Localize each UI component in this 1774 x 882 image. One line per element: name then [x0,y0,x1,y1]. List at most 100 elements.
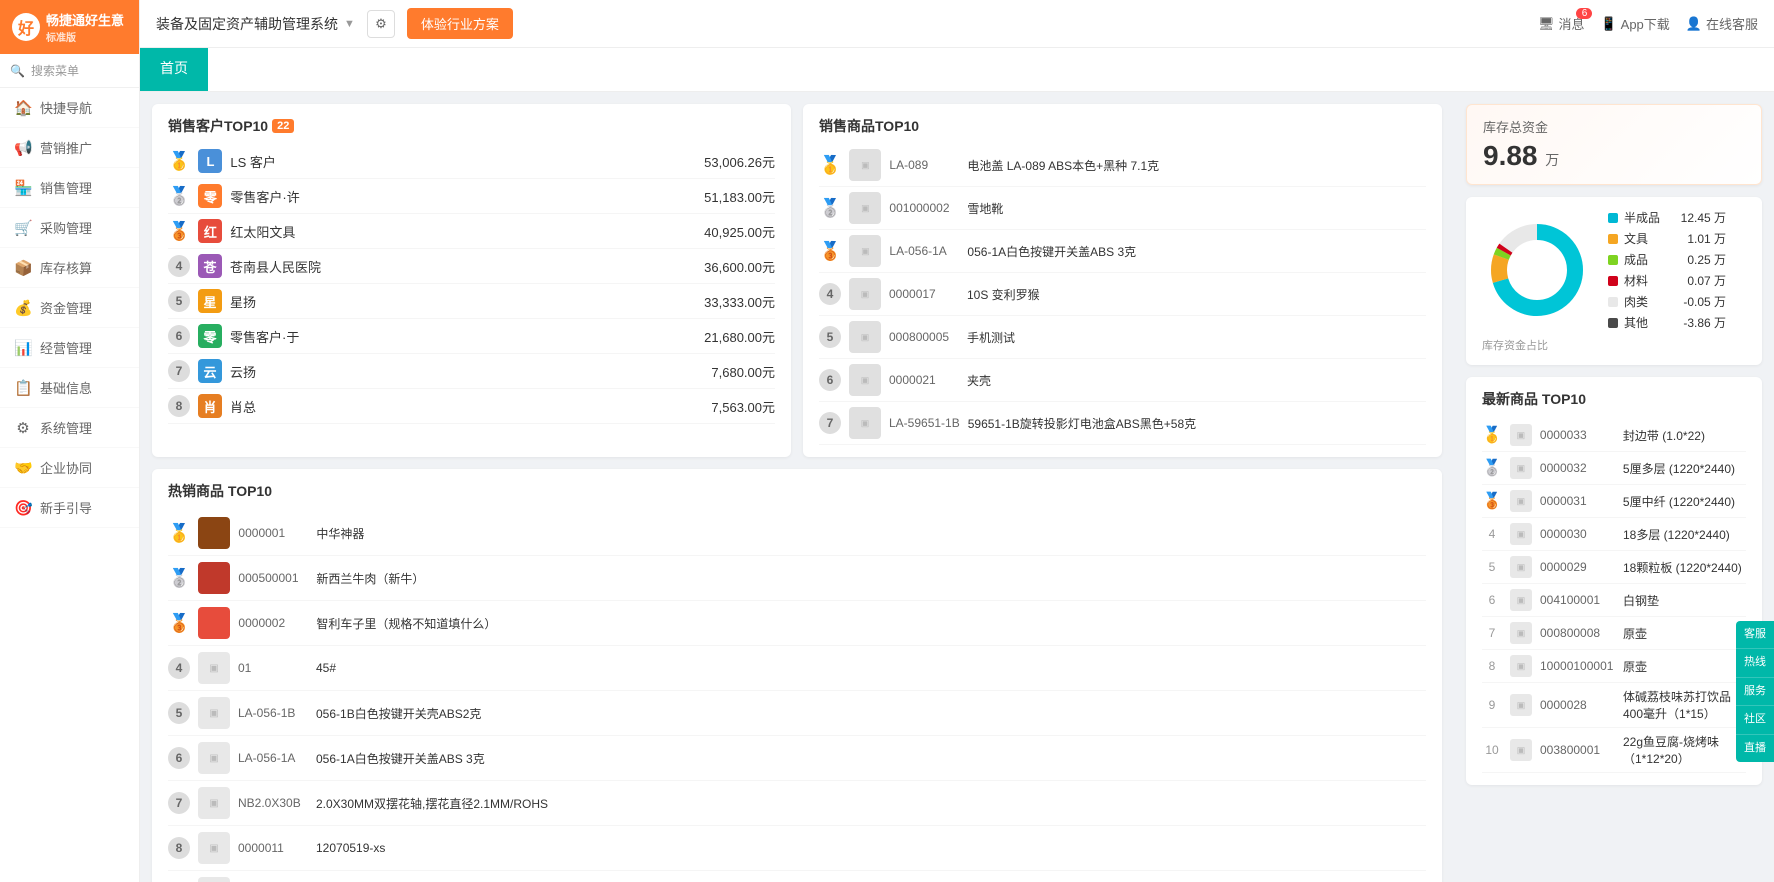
sidebar-item-经营管理[interactable]: 📊经营管理 [0,328,139,368]
list-item: 🥇 0000001 中华神器 [168,511,1426,556]
table-row: 5 ▣ 000800005 手机测试 [819,316,1426,359]
nav-icon: 🏠 [14,99,32,117]
rank-number: 6 [1482,593,1502,607]
customer-name: 零售客户·于 [230,327,696,346]
sidebar-item-资金管理[interactable]: 💰资金管理 [0,288,139,328]
product-name: 10S 变利罗猴 [967,286,1426,303]
product-name: 056-1A白色按键开关盖ABS 3克 [967,243,1426,260]
tab-home[interactable]: 首页 [140,48,208,91]
product-thumb: ▣ [849,278,881,310]
product-name: 封边带 (1.0*22) [1623,427,1746,444]
cs-float-item[interactable]: 客服 [1736,621,1774,649]
product-name: 体碱荔枝味苏打饮品400毫升（1*15） [1623,688,1746,722]
app-icon: 📱 [1600,16,1616,32]
list-item: 8 ▣ 0000011 12070519-xs [168,826,1426,871]
message-badge[interactable]: 🖥 消息 6 [1538,14,1585,33]
customer-name: 云扬 [230,362,703,381]
list-item: 10 ▣ 003800001 22g鱼豆腐-烧烤味（1*12*20） [1482,728,1746,773]
legend-item: 成品 0.25 万 [1608,251,1726,268]
rank-number: 4 [819,283,841,305]
customer-icon: 星 [198,289,222,313]
nav-icon: 📢 [14,139,32,157]
table-row: 7 ▣ LA-59651-1B 59651-1B旋转投影灯电池盒ABS黑色+58… [819,402,1426,445]
legend-item: 半成品 12.45 万 [1608,209,1726,226]
table-row: 7 云 云扬 7,680.00元 [168,354,775,389]
cs-float-item[interactable]: 热线 [1736,649,1774,677]
medal-gold-icon: 🥇 [819,155,841,176]
sidebar-item-企业协同[interactable]: 🤝企业协同 [0,448,139,488]
thumb-placeholder-icon: ▣ [861,246,870,257]
cs-float-item[interactable]: 直播 [1736,735,1774,762]
sidebar-item-基础信息[interactable]: 📋基础信息 [0,368,139,408]
product-name: 45# [316,661,1426,675]
sidebar-nav: 🏠快捷导航📢营销推广🏪销售管理🛒采购管理📦库存核算💰资金管理📊经营管理📋基础信息… [0,88,139,528]
sidebar-item-快捷导航[interactable]: 🏠快捷导航 [0,88,139,128]
product-thumbnail: ▣ [1510,490,1532,512]
nav-label: 系统管理 [40,418,92,437]
list-item: 🥈 ▣ 0000032 5厘多层 (1220*2440) [1482,452,1746,485]
product-code: 004100001 [1540,593,1615,607]
app-download-badge[interactable]: 📱 App下载 [1600,14,1669,33]
legend-category-name: 成品 [1624,251,1648,268]
sidebar-item-销售管理[interactable]: 🏪销售管理 [0,168,139,208]
product-thumb: ▣ [849,321,881,353]
sidebar-item-营销推广[interactable]: 📢营销推广 [0,128,139,168]
product-name: 新西兰牛肉（新牛） [316,570,1426,587]
product-name: 中华神器 [316,525,1426,542]
top-customers-table: 🥇 L LS 客户 53,006.26元 🥈 零 零售客户·许 51,183.0… [168,144,775,424]
product-name: 18颗粒板 (1220*2440) [1623,559,1746,576]
sidebar-item-采购管理[interactable]: 🛒采购管理 [0,208,139,248]
medal-gold-icon: 🥇 [168,151,190,172]
thumb-placeholder-icon: ▣ [861,289,870,300]
thumb-placeholder-icon: ▣ [861,375,870,386]
sidebar-item-系统管理[interactable]: ⚙系统管理 [0,408,139,448]
online-service-badge[interactable]: 👤 在线客服 [1686,14,1758,33]
list-item: 7 ▣ 000800008 原壶 [1482,617,1746,650]
product-code: LA-59651-1B [889,416,960,430]
thumb-placeholder-icon: ▣ [861,332,870,343]
settings-button[interactable]: ⚙ [367,10,395,38]
cs-float-item[interactable]: 服务 [1736,678,1774,706]
cs-float-item[interactable]: 社区 [1736,706,1774,734]
product-thumbnail-placeholder: ▣ [198,697,230,729]
top-customers-header: 销售客户TOP10 22 [168,116,775,136]
product-thumbnail: ▣ [1510,694,1532,716]
nav-tabs: 首页 [140,48,1774,92]
table-row: 5 星 星扬 33,333.00元 [168,284,775,319]
list-item: 5 ▣ LA-056-1B 056-1B白色按键开关壳ABS2克 [168,691,1426,736]
customer-icon: 红 [198,219,222,243]
product-thumbnail [198,517,230,549]
table-row: 4 苍 苍南县人民医院 36,600.00元 [168,249,775,284]
table-row: 🥈 零 零售客户·许 51,183.00元 [168,179,775,214]
product-code: 0000033 [1540,428,1615,442]
thumb-placeholder-icon: ▣ [861,160,870,171]
customer-name: 肖总 [230,397,703,416]
legend-color-dot [1608,276,1618,286]
inventory-total-amount: 9.88 万 [1483,140,1745,172]
product-name: 原壶 [1623,658,1746,675]
rank-number: 5 [168,702,190,724]
sidebar-item-新手引导[interactable]: 🎯新手引导 [0,488,139,528]
logo-text-container: 畅捷通好生意 标准版 [46,10,124,44]
product-thumbnail: ▣ [1510,622,1532,644]
system-dropdown-arrow[interactable]: ▼ [344,18,355,30]
trial-button[interactable]: 体验行业方案 [407,8,513,39]
customer-amount: 51,183.00元 [704,187,775,206]
list-item: 5 ▣ 0000029 18颗粒板 (1220*2440) [1482,551,1746,584]
table-row: 6 零 零售客户·于 21,680.00元 [168,319,775,354]
customer-icon: 云 [198,359,222,383]
inventory-total-card: 库存总资金 9.88 万 [1466,104,1762,185]
product-name: 5厘多层 (1220*2440) [1623,460,1746,477]
sidebar-search[interactable]: 🔍 搜索菜单 [0,54,139,88]
rank-number: 4 [168,657,190,679]
legend-category-name: 其他 [1624,314,1648,331]
customer-icon: 肖 [198,394,222,418]
product-code: LA-089 [889,158,959,172]
sidebar-item-库存核算[interactable]: 📦库存核算 [0,248,139,288]
product-code: 0000028 [1540,698,1615,712]
inventory-chart-card: 半成品 12.45 万 文具 1.01 万 成品 0.25 万 材料 0.07 … [1466,197,1762,365]
legend-color-dot [1608,213,1618,223]
search-icon: 🔍 [10,64,25,78]
customer-icon: L [198,149,222,173]
newest-products-header: 最新商品 TOP10 [1482,389,1746,409]
